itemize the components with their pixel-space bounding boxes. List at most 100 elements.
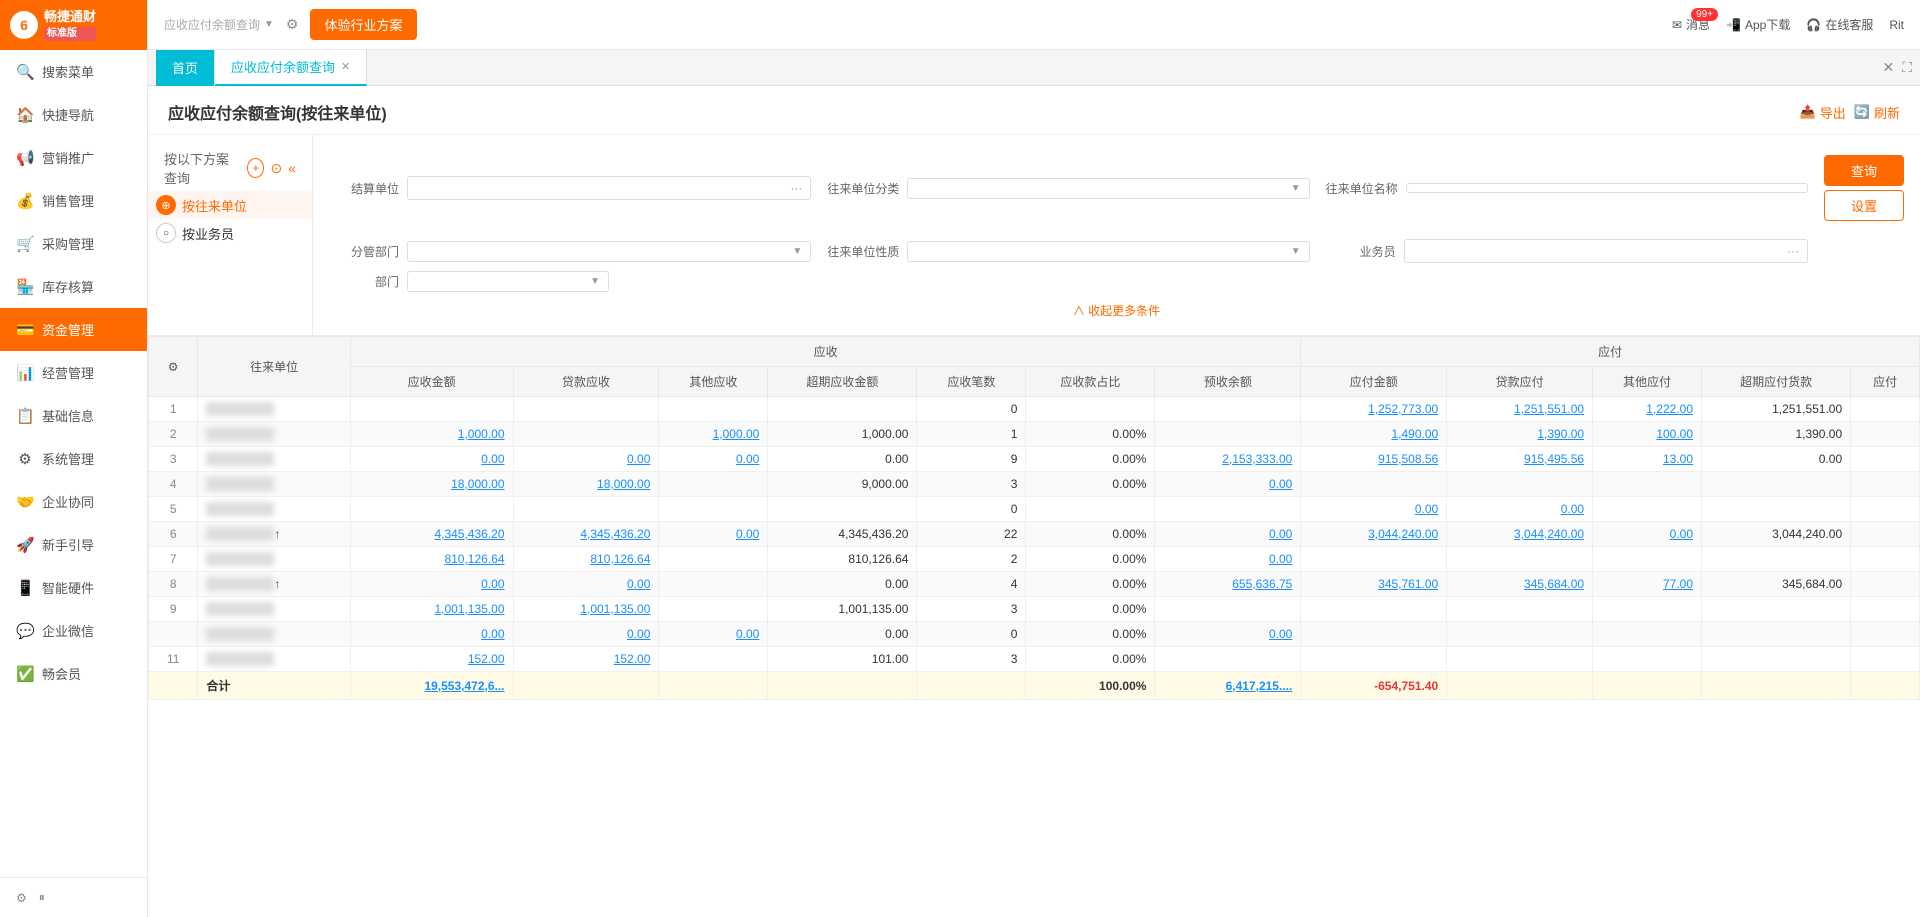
filter-settlement-input[interactable]: ··· [407,176,811,200]
row-ar-loan[interactable]: 152.00 [513,647,659,672]
row-ar-amount[interactable]: 152.00 [350,647,513,672]
row-ar-prepay[interactable]: 0.00 [1155,522,1301,547]
sidebar-item-system[interactable]: ⚙ 系统管理 [0,437,147,480]
filter-collapse-icon[interactable]: « [288,160,296,176]
row-ar-loan[interactable]: 0.00 [513,572,659,597]
row-ar-prepay [1155,597,1301,622]
promo-button[interactable]: 体验行业方案 [310,9,416,40]
row-ar-prepay[interactable]: 0.00 [1155,472,1301,497]
sidebar-item-wechat[interactable]: 💬 企业微信 [0,609,147,652]
app-edition: 标准版 [44,27,96,41]
sidebar-item-sales[interactable]: 💰 销售管理 [0,179,147,222]
row-ar-amount[interactable]: 0.00 [350,622,513,647]
row-ap-other[interactable]: 77.00 [1593,572,1702,597]
sidebar-bottom: ⚙ ⏸ [0,877,147,917]
tab-ar-ap[interactable]: 应收应付余额查询 ✕ [215,50,367,86]
row-ap-amount[interactable]: 0.00 [1301,497,1447,522]
row-ar-other[interactable]: 0.00 [659,447,768,472]
sidebar-item-quicknav[interactable]: 🏠 快捷导航 [0,93,147,136]
row-ap-other[interactable]: 13.00 [1593,447,1702,472]
row-ar-loan[interactable]: 4,345,436.20 [513,522,659,547]
footer-ar-prepay: 6,417,215.... [1155,672,1301,700]
row-ap-loan[interactable]: 1,390.00 [1447,422,1593,447]
row-ar-ratio: 0.00% [1026,522,1155,547]
row-ar-prepay[interactable]: 0.00 [1155,547,1301,572]
sidebar-item-basic[interactable]: 📋 基础信息 [0,394,147,437]
query-button[interactable]: 查询 [1824,155,1904,186]
app-download-button[interactable]: 📲 App下载 [1726,16,1790,33]
row-ar-prepay[interactable]: 0.00 [1155,622,1301,647]
row-ar-loan[interactable]: 810,126.64 [513,547,659,572]
row-ar-amount[interactable]: 1,001,135.00 [350,597,513,622]
col-settings[interactable]: ⚙ [149,337,198,397]
filter-settings-icon[interactable]: ⊙ [270,160,282,177]
row-ap-amount[interactable]: 1,490.00 [1301,422,1447,447]
filter-partner-cat-input[interactable]: ▼ [907,178,1309,199]
gear-icon[interactable]: ⚙ [286,16,299,33]
tab-home[interactable]: 首页 [156,50,215,86]
sales-icon: 💰 [16,192,34,210]
sidebar-item-search[interactable]: 🔍 搜索菜单 [0,50,147,93]
row-ar-amount[interactable]: 4,345,436.20 [350,522,513,547]
sidebar-item-member[interactable]: ✅ 畅会员 [0,652,147,695]
row-ap-loan[interactable]: 915,495.56 [1447,447,1593,472]
row-ar-amount[interactable]: 18,000.00 [350,472,513,497]
online-service-button[interactable]: 🎧 在线客服 [1806,16,1873,33]
sidebar-item-purchase[interactable]: 🛒 采购管理 [0,222,147,265]
tab-expand-icon[interactable]: ⛶ [1902,59,1912,76]
row-ar-prepay[interactable]: 655,636.75 [1155,572,1301,597]
collapse-icon[interactable]: ⏸ [39,890,45,905]
row-ap-other[interactable]: 100.00 [1593,422,1702,447]
row-ap-loan[interactable]: 3,044,240.00 [1447,522,1593,547]
export-button[interactable]: 📤 导出 [1800,103,1846,122]
row-ap-rest [1851,597,1920,622]
page-actions: 📤 导出 🔄 刷新 [1800,103,1900,122]
row-ar-amount[interactable]: 1,000.00 [350,422,513,447]
tab-close-window-icon[interactable]: ✕ [1882,59,1894,76]
row-ap-amount[interactable]: 1,252,773.00 [1301,397,1447,422]
filter-salesperson-input[interactable]: ··· [1404,239,1808,263]
sidebar-item-inventory[interactable]: 🏪 库存核算 [0,265,147,308]
filter-department-input[interactable]: ▼ [407,271,609,292]
sidebar-item-guide[interactable]: 🚀 新手引导 [0,523,147,566]
row-ar-loan[interactable]: 1,001,135.00 [513,597,659,622]
filter-partner-name-input[interactable] [1406,183,1808,193]
row-ar-other[interactable]: 0.00 [659,622,768,647]
query-option-by-unit[interactable]: ⊕ 按往来单位 [148,191,312,219]
setting-button[interactable]: 设置 [1824,190,1904,221]
row-ar-prepay[interactable]: 2,153,333.00 [1155,447,1301,472]
sidebar-item-operations[interactable]: 📊 经营管理 [0,351,147,394]
filter-add-button[interactable]: + [247,158,264,178]
sidebar-item-enterprise[interactable]: 🤝 企业协同 [0,480,147,523]
row-ap-amount[interactable]: 915,508.56 [1301,447,1447,472]
row-ap-amount[interactable]: 345,761.00 [1301,572,1447,597]
row-ap-other[interactable]: 0.00 [1593,522,1702,547]
row-ap-loan[interactable]: 0.00 [1447,497,1593,522]
refresh-button[interactable]: 🔄 刷新 [1854,103,1900,122]
row-ar-amount[interactable]: 0.00 [350,447,513,472]
row-ap-loan[interactable]: 1,251,551.00 [1447,397,1593,422]
query-option-by-staff[interactable]: ○ 按业务员 [148,219,312,247]
row-ap-loan[interactable]: 345,684.00 [1447,572,1593,597]
sidebar-item-marketing[interactable]: 📢 营销推广 [0,136,147,179]
sidebar-item-finance[interactable]: 💳 资金管理 [0,308,147,351]
row-ar-loan[interactable]: 0.00 [513,447,659,472]
collapse-bar[interactable]: ∧ 收起更多条件 [329,296,1904,325]
row-ar-other[interactable]: 0.00 [659,522,768,547]
row-ap-other[interactable]: 1,222.00 [1593,397,1702,422]
filter-dept-input[interactable]: ▼ [407,241,811,262]
filter-partner-nature-input[interactable]: ▼ [907,241,1309,262]
user-menu[interactable]: Rit [1889,18,1904,32]
message-button[interactable]: ✉ 消息 99+ [1672,16,1710,33]
filter-row-2: 分管部门 ▼ 往来单位性质 ▼ 业务员 [329,239,1904,263]
row-ar-loan[interactable]: 0.00 [513,622,659,647]
settings-bottom-icon[interactable]: ⚙ [16,891,27,905]
row-ar-other[interactable]: 1,000.00 [659,422,768,447]
row-ar-amount[interactable]: 810,126.64 [350,547,513,572]
sidebar-item-hardware[interactable]: 📱 智能硬件 [0,566,147,609]
tab-close-icon[interactable]: ✕ [341,60,350,73]
row-ar-loan[interactable]: 18,000.00 [513,472,659,497]
row-ar-amount[interactable]: 0.00 [350,572,513,597]
sidebar-item-label: 畅会员 [42,664,81,683]
row-ap-amount[interactable]: 3,044,240.00 [1301,522,1447,547]
